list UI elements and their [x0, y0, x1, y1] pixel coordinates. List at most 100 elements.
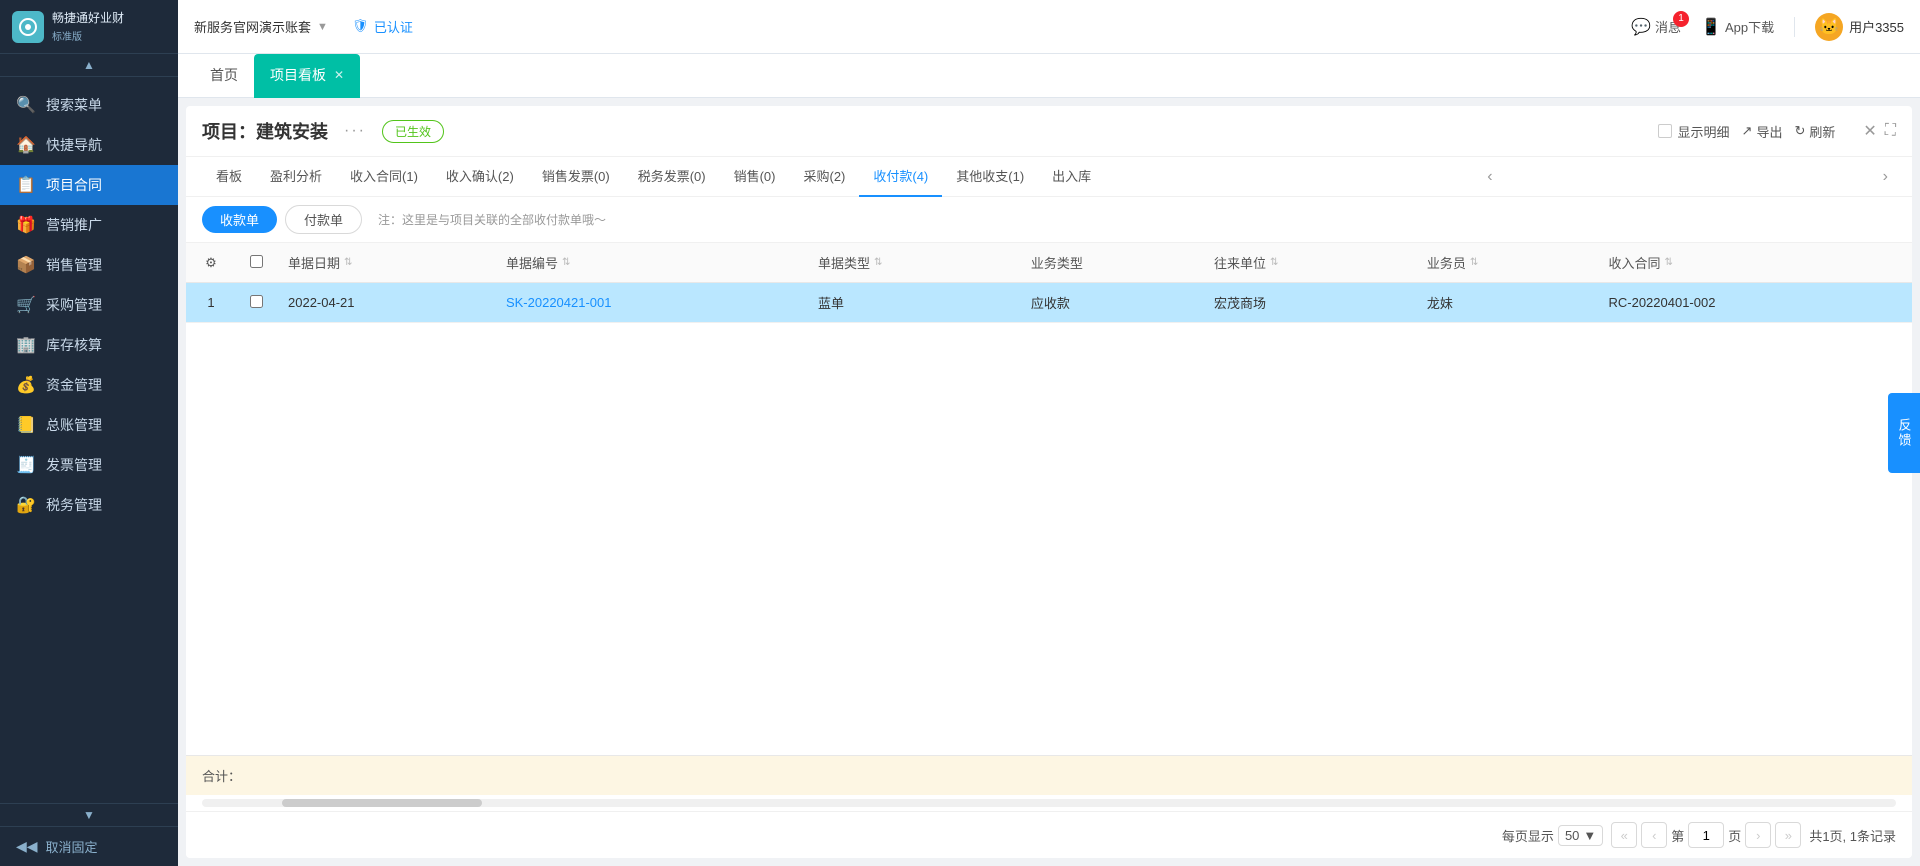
export-button[interactable]: ↗ 导出	[1742, 122, 1783, 141]
sub-tab-receipts[interactable]: 收付款(4)	[859, 157, 942, 197]
tab-close-icon[interactable]: ✕	[334, 68, 344, 82]
scroll-up-arrow[interactable]: ▲	[83, 58, 95, 72]
window-controls: ✕ ⛶	[1863, 121, 1896, 141]
page-number-input[interactable]	[1688, 822, 1724, 848]
sub-tab-prev-arrow[interactable]: ‹	[1479, 168, 1500, 186]
refresh-button[interactable]: ↻ 刷新	[1794, 122, 1835, 141]
table-container: ⚙ 单据日期 ⇅	[186, 243, 1912, 755]
maximize-button[interactable]: ⛶	[1885, 122, 1896, 140]
sidebar-item-marketing[interactable]: 🎁 营销推广	[0, 205, 178, 245]
page-prefix-label: 第	[1671, 826, 1684, 845]
demo-account-label: 新服务官网演示账套	[194, 17, 311, 36]
sub-tab-income-confirm-label: 收入确认(2)	[446, 166, 514, 185]
select-all-checkbox[interactable]	[250, 255, 263, 268]
sub-tab-income-contract[interactable]: 收入合同(1)	[336, 157, 432, 197]
last-page-icon: »	[1785, 828, 1792, 843]
sort-icon[interactable]: ⇅	[1470, 257, 1478, 268]
sub-tab-purchase-label: 采购(2)	[803, 166, 845, 185]
payment-tab-button[interactable]: 付款单	[285, 205, 362, 234]
th-checkbox[interactable]	[236, 243, 276, 283]
sidebar-item-label: 税务管理	[46, 495, 102, 515]
more-options-button[interactable]: ···	[344, 122, 366, 140]
row-checkbox-cell[interactable]	[236, 283, 276, 323]
sub-tab-profit[interactable]: 盈利分析	[256, 157, 336, 197]
checkbox-box[interactable]	[1658, 124, 1672, 138]
sub-tab-kanban-label: 看板	[216, 166, 242, 185]
sub-tab-sales[interactable]: 销售(0)	[720, 157, 790, 197]
project-label: 项目：	[202, 122, 256, 142]
sidebar-item-purchase[interactable]: 🛒 采购管理	[0, 285, 178, 325]
next-page-icon: ›	[1756, 828, 1760, 843]
page-size-select-box[interactable]: 50 ▼	[1558, 825, 1603, 846]
receipt-payment-tabs: 收款单 付款单 注：这里是与项目关联的全部收付款单哦～	[186, 197, 1912, 243]
sub-tab-next-arrow[interactable]: ›	[1875, 168, 1896, 186]
row-number[interactable]: SK-20220421-001	[494, 283, 806, 323]
scroll-down-arrow[interactable]: ▼	[83, 808, 95, 822]
sort-icon[interactable]: ⇅	[344, 257, 352, 268]
export-label: 导出	[1756, 122, 1782, 141]
sidebar-item-search[interactable]: 🔍 搜索菜单	[0, 85, 178, 125]
th-partner: 往来单位 ⇅	[1202, 243, 1415, 283]
th-date: 单据日期 ⇅	[276, 243, 494, 283]
pin-icon: ◀◀	[16, 838, 38, 855]
show-detail-label: 显示明细	[1678, 122, 1730, 141]
app-download-button[interactable]: 📱 App下载	[1701, 17, 1774, 37]
shield-icon: 🛡	[352, 18, 370, 36]
total-label: 合计：	[202, 769, 241, 784]
sub-tab-other-income[interactable]: 其他收支(1)	[942, 157, 1038, 197]
sub-tab-tax-invoice[interactable]: 税务发票(0)	[624, 157, 720, 197]
sidebar-item-label: 发票管理	[46, 455, 102, 475]
table-row[interactable]: 1 2022-04-21 SK-20220421-001 蓝单 应收款 宏茂商场	[186, 283, 1912, 323]
sidebar-app-name: 畅捷通好业财	[52, 10, 124, 27]
sidebar-item-capital[interactable]: 💰 资金管理	[0, 365, 178, 405]
feedback-label: 反馈	[1895, 418, 1914, 448]
sort-icon[interactable]: ⇅	[1665, 257, 1673, 268]
row-number-link[interactable]: SK-20220421-001	[506, 295, 612, 310]
sidebar-item-general-ledger[interactable]: 📒 总账管理	[0, 405, 178, 445]
sub-tab-sales-label: 销售(0)	[734, 166, 776, 185]
receipt-tab-button[interactable]: 收款单	[202, 206, 277, 233]
horizontal-scrollbar[interactable]	[202, 799, 1896, 807]
sub-tab-income-confirm[interactable]: 收入确认(2)	[432, 157, 528, 197]
sidebar-item-project-contract[interactable]: 📋 项目合同	[0, 165, 178, 205]
show-detail-checkbox[interactable]: 显示明细	[1658, 122, 1730, 141]
close-button[interactable]: ✕	[1863, 121, 1876, 141]
sidebar-item-invoice[interactable]: 🧾 发票管理	[0, 445, 178, 485]
sidebar-item-quicknav[interactable]: 🏠 快捷导航	[0, 125, 178, 165]
page-size-label: 每页显示	[1502, 826, 1554, 845]
th-gear[interactable]: ⚙	[186, 243, 236, 283]
tab-project-board[interactable]: 项目看板 ✕	[254, 54, 360, 98]
refresh-icon: ↻	[1794, 123, 1805, 139]
last-page-button[interactable]: »	[1775, 822, 1801, 848]
feedback-tab[interactable]: 反馈	[1888, 393, 1920, 473]
sidebar-item-inventory[interactable]: 🏢 库存核算	[0, 325, 178, 365]
user-menu[interactable]: 🐱 用户3355	[1815, 13, 1904, 41]
prev-page-button[interactable]: ‹	[1641, 822, 1667, 848]
main-area: 新服务官网演示账套 ▼ 🛡 已认证 💬 消息 1 📱 App下载 🐱 用户335…	[178, 0, 1920, 866]
row-checkbox[interactable]	[250, 295, 263, 308]
sub-tab-in-out-label: 出入库	[1052, 166, 1091, 185]
topbar-right: 💬 消息 1 📱 App下载 🐱 用户3355	[1631, 13, 1904, 41]
sort-icon[interactable]: ⇅	[1270, 257, 1278, 268]
sidebar-item-tax[interactable]: 🔐 税务管理	[0, 485, 178, 525]
settings-icon[interactable]: ⚙	[205, 255, 217, 271]
first-page-button[interactable]: «	[1611, 822, 1637, 848]
sub-tab-receipts-label: 收付款(4)	[873, 166, 928, 185]
next-page-button[interactable]: ›	[1745, 822, 1771, 848]
sub-tab-kanban[interactable]: 看板	[202, 157, 256, 197]
message-button[interactable]: 💬 消息 1	[1631, 17, 1681, 37]
sort-icon[interactable]: ⇅	[562, 257, 570, 268]
sidebar-pin-toggle[interactable]: ◀◀ 取消固定	[0, 826, 178, 866]
sidebar-item-sales[interactable]: 📦 销售管理	[0, 245, 178, 285]
warehouse-icon: 🏢	[16, 335, 36, 355]
sort-icon[interactable]: ⇅	[874, 257, 882, 268]
sub-tab-purchase[interactable]: 采购(2)	[789, 157, 859, 197]
tab-home[interactable]: 首页	[194, 54, 254, 98]
sidebar-edition: 标准版	[52, 28, 124, 43]
scrollbar-thumb[interactable]	[282, 799, 482, 807]
demo-account-selector[interactable]: 新服务官网演示账套 ▼	[194, 17, 328, 36]
sidebar-item-label: 销售管理	[46, 255, 102, 275]
sub-tab-sales-invoice[interactable]: 销售发票(0)	[528, 157, 624, 197]
sub-tab-in-out[interactable]: 出入库	[1038, 157, 1105, 197]
sales-icon: 📦	[16, 255, 36, 275]
